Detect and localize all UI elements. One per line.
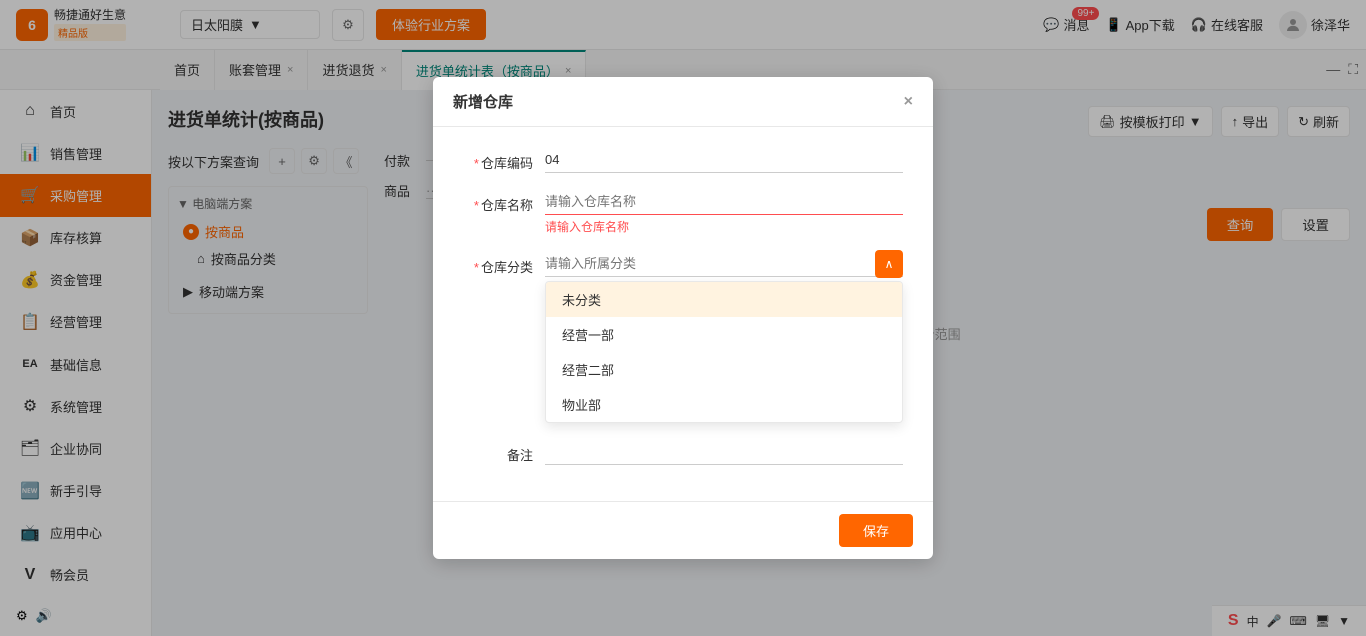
new-warehouse-dialog: 新增仓库 × 仓库编码 仓库名称 请输入仓库名称 仓库分类 ∧ [433,77,933,559]
name-row: 仓库名称 请输入仓库名称 [463,189,903,235]
dialog-header: 新增仓库 × [433,77,933,127]
dropdown-item-dept1[interactable]: 经营一部 [546,317,902,352]
category-row: 仓库分类 ∧ 未分类 经营一部 经营二部 物业部 [463,251,903,423]
note-input-wrap [545,439,903,465]
category-input-wrap: ∧ 未分类 经营一部 经营二部 物业部 [545,251,903,423]
dialog-title: 新增仓库 [453,91,513,112]
category-dropdown: 未分类 经营一部 经营二部 物业部 [545,281,903,423]
dropdown-item-dept3[interactable]: 物业部 [546,387,902,422]
category-chevron-icon[interactable]: ∧ [875,250,903,278]
name-label: 仓库名称 [463,189,533,214]
code-row: 仓库编码 [463,147,903,173]
name-input[interactable] [545,189,903,215]
dialog-footer: 保存 [433,501,933,559]
code-label: 仓库编码 [463,147,533,172]
save-button[interactable]: 保存 [839,514,913,547]
name-input-wrap: 请输入仓库名称 [545,189,903,235]
dialog-body: 仓库编码 仓库名称 请输入仓库名称 仓库分类 ∧ 未分类 [433,127,933,501]
code-input-wrap [545,147,903,173]
note-input[interactable] [545,439,903,465]
code-input[interactable] [545,147,903,173]
category-field: ∧ [545,251,903,277]
note-row: 备注 [463,439,903,465]
dropdown-item-unclassified[interactable]: 未分类 [546,282,902,317]
name-error-msg: 请输入仓库名称 [545,218,903,235]
category-label: 仓库分类 [463,251,533,276]
category-input[interactable] [545,251,903,277]
dialog-close-icon[interactable]: × [904,93,913,111]
note-label: 备注 [463,439,533,464]
dropdown-item-dept2[interactable]: 经营二部 [546,352,902,387]
